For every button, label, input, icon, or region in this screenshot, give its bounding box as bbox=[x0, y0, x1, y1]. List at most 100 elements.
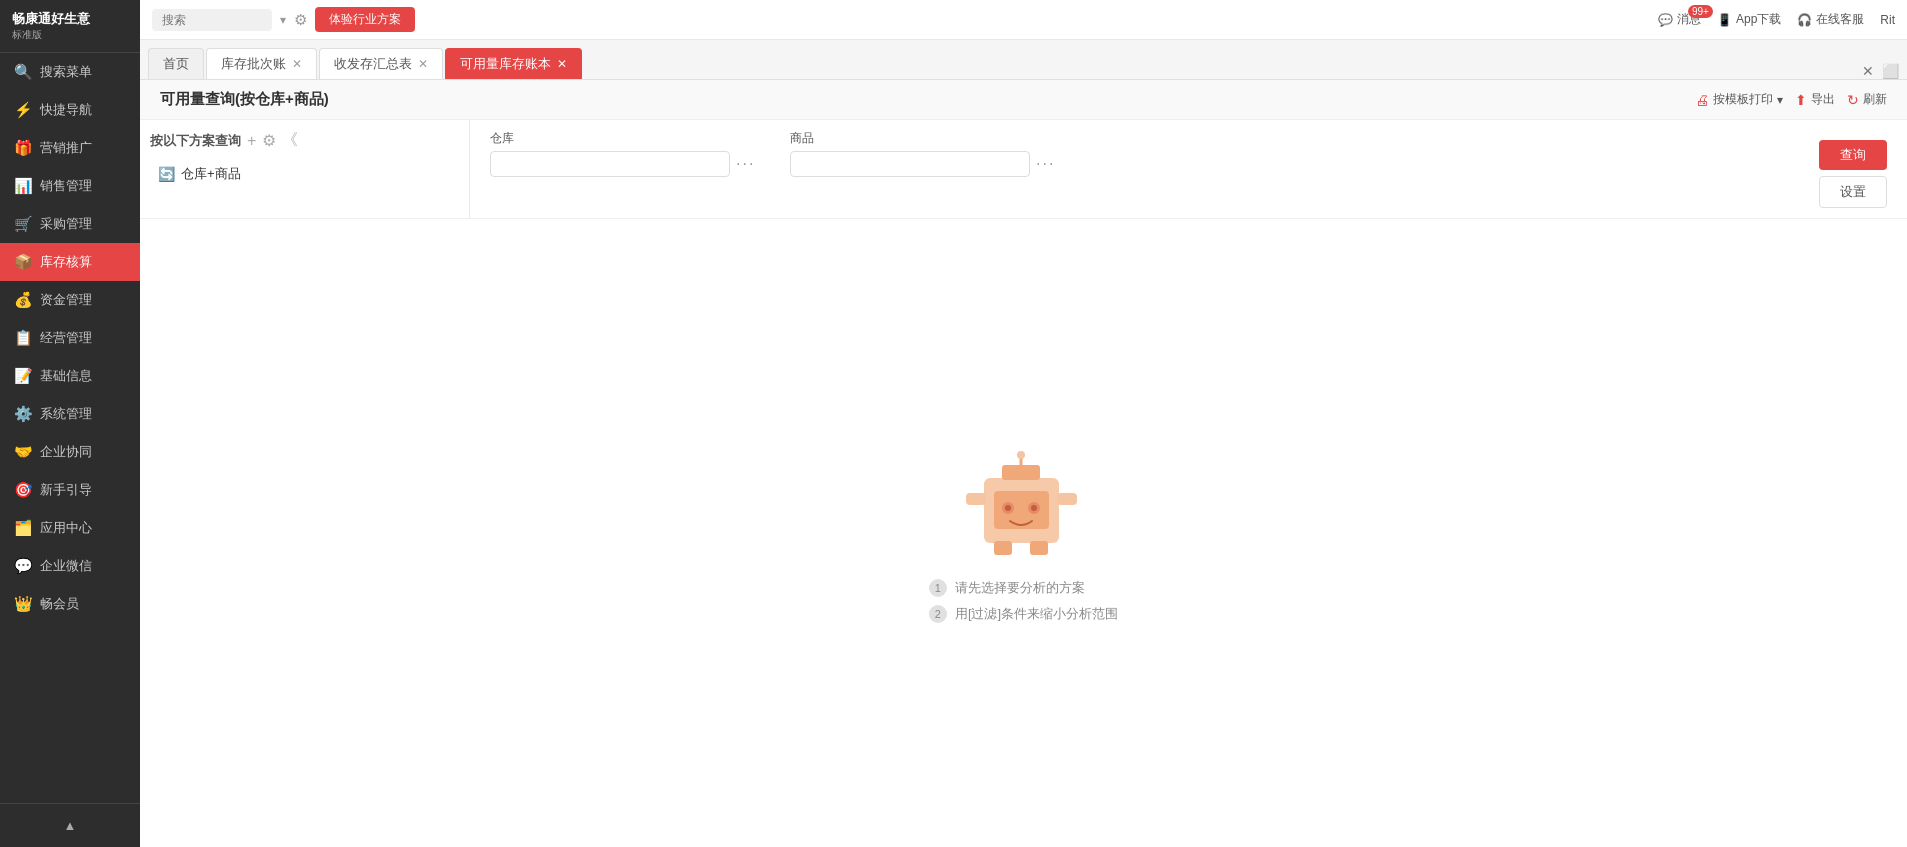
tab-close-available-ledger[interactable]: ✕ bbox=[557, 57, 567, 71]
topbar-chevron-icon[interactable]: ▾ bbox=[280, 13, 286, 27]
content-area: 可用量查询(按仓库+商品) 🖨 按模板打印 ▾ ⬆ 导出 ↻ 刷新 bbox=[140, 80, 1907, 847]
trial-button[interactable]: 体验行业方案 bbox=[315, 7, 415, 32]
sidebar-icon-member: 👑 bbox=[14, 595, 32, 613]
sidebar-label-inventory: 库存核算 bbox=[40, 253, 92, 271]
scheme-settings-button[interactable]: ⚙ bbox=[262, 131, 276, 150]
goods-input-row: ··· bbox=[790, 151, 1070, 177]
sidebar-item-inventory[interactable]: 📦 库存核算 bbox=[0, 243, 140, 281]
query-panel: 按以下方案查询 + ⚙ 《 🔄 仓库+商品 仓库 bbox=[140, 120, 1907, 219]
scheme-item-icon: 🔄 bbox=[158, 166, 175, 182]
svg-rect-10 bbox=[1057, 493, 1077, 505]
tab-available-ledger[interactable]: 可用量库存账本✕ bbox=[445, 48, 582, 79]
print-chevron-icon: ▾ bbox=[1777, 93, 1783, 107]
sidebar-scroll: 🔍 搜索菜单 ⚡ 快捷导航 🎁 营销推广 📊 销售管理 🛒 采购管理 📦 库存核… bbox=[0, 53, 140, 803]
main-area: ▾ ⚙ 体验行业方案 💬 消息 99+ 📱 App下载 🎧 在线客服 bbox=[140, 0, 1907, 847]
sidebar-icon-finance: 💰 bbox=[14, 291, 32, 309]
user-name: Rit bbox=[1880, 13, 1895, 27]
goods-filter-label: 商品 bbox=[790, 130, 1070, 147]
topbar-search-input[interactable] bbox=[152, 9, 272, 31]
print-action[interactable]: 🖨 按模板打印 ▾ bbox=[1695, 91, 1783, 108]
tabbar: 首页库存批次账✕收发存汇总表✕可用量库存账本✕ ✕ ⬜ bbox=[140, 40, 1907, 80]
refresh-label: 刷新 bbox=[1863, 91, 1887, 108]
sidebar-item-operations[interactable]: 📋 经营管理 bbox=[0, 319, 140, 357]
sidebar-icon-newbie: 🎯 bbox=[14, 481, 32, 499]
sidebar-item-member[interactable]: 👑 畅会员 bbox=[0, 585, 140, 623]
sidebar-icon-app-center: 🗂️ bbox=[14, 519, 32, 537]
sidebar-item-app-center[interactable]: 🗂️ 应用中心 bbox=[0, 509, 140, 547]
sidebar-item-marketing[interactable]: 🎁 营销推广 bbox=[0, 129, 140, 167]
tab-close-batch-ledger[interactable]: ✕ bbox=[292, 57, 302, 71]
goods-input[interactable] bbox=[790, 151, 1030, 177]
page-header-actions: 🖨 按模板打印 ▾ ⬆ 导出 ↻ 刷新 bbox=[1695, 91, 1887, 108]
empty-state: 1 请先选择要分析的方案 2 用[过滤]条件来缩小分析范围 bbox=[140, 219, 1907, 847]
tab-label-batch-ledger: 库存批次账 bbox=[221, 55, 286, 73]
sidebar-item-finance[interactable]: 💰 资金管理 bbox=[0, 281, 140, 319]
export-action[interactable]: ⬆ 导出 bbox=[1795, 91, 1835, 108]
warehouse-input[interactable] bbox=[490, 151, 730, 177]
warehouse-dots-button[interactable]: ··· bbox=[736, 155, 755, 173]
query-scheme-panel: 按以下方案查询 + ⚙ 《 🔄 仓库+商品 bbox=[140, 120, 470, 218]
svg-point-5 bbox=[1031, 505, 1037, 511]
empty-illustration bbox=[964, 443, 1084, 563]
sidebar-label-newbie: 新手引导 bbox=[40, 481, 92, 499]
sidebar-icon-basic: 📝 bbox=[14, 367, 32, 385]
sidebar-item-system[interactable]: ⚙️ 系统管理 bbox=[0, 395, 140, 433]
print-label: 按模板打印 bbox=[1713, 91, 1773, 108]
app-download-label: App下载 bbox=[1736, 11, 1781, 28]
scheme-add-button[interactable]: + bbox=[247, 132, 256, 150]
tab-batch-ledger[interactable]: 库存批次账 ✕ bbox=[206, 48, 317, 79]
svg-rect-1 bbox=[994, 491, 1049, 529]
refresh-action[interactable]: ↻ 刷新 bbox=[1847, 91, 1887, 108]
sidebar-label-purchase: 采购管理 bbox=[40, 215, 92, 233]
sidebar-icon-search: 🔍 bbox=[14, 63, 32, 81]
svg-point-4 bbox=[1005, 505, 1011, 511]
message-button[interactable]: 💬 消息 99+ bbox=[1658, 11, 1701, 28]
scheme-item-warehouse-goods[interactable]: 🔄 仓库+商品 bbox=[150, 159, 459, 189]
sidebar: 畅康通好生意 标准版 🔍 搜索菜单 ⚡ 快捷导航 🎁 营销推广 📊 销售管理 🛒… bbox=[0, 0, 140, 847]
app-download-button[interactable]: 📱 App下载 bbox=[1717, 11, 1781, 28]
empty-hints: 1 请先选择要分析的方案 2 用[过滤]条件来缩小分析范围 bbox=[929, 579, 1118, 623]
tab-receive-summary[interactable]: 收发存汇总表✕ bbox=[319, 48, 443, 79]
sidebar-icon-purchase: 🛒 bbox=[14, 215, 32, 233]
sidebar-label-basic: 基础信息 bbox=[40, 367, 92, 385]
online-service-button[interactable]: 🎧 在线客服 bbox=[1797, 11, 1864, 28]
topbar: ▾ ⚙ 体验行业方案 💬 消息 99+ 📱 App下载 🎧 在线客服 bbox=[140, 0, 1907, 40]
logo-subtitle: 标准版 bbox=[12, 28, 128, 42]
svg-point-8 bbox=[1017, 451, 1025, 459]
sidebar-label-finance: 资金管理 bbox=[40, 291, 92, 309]
tab-close-receive-summary[interactable]: ✕ bbox=[418, 57, 428, 71]
topbar-right: 💬 消息 99+ 📱 App下载 🎧 在线客服 Rit bbox=[1658, 11, 1895, 28]
svg-rect-9 bbox=[966, 493, 986, 505]
sidebar-item-purchase[interactable]: 🛒 采购管理 bbox=[0, 205, 140, 243]
sidebar-item-newbie[interactable]: 🎯 新手引导 bbox=[0, 471, 140, 509]
topbar-gear-icon[interactable]: ⚙ bbox=[294, 11, 307, 29]
query-button[interactable]: 查询 bbox=[1819, 140, 1887, 170]
logo-title: 畅康通好生意 bbox=[12, 10, 128, 28]
scheme-collapse-button[interactable]: 《 bbox=[282, 130, 298, 151]
goods-filter-field: 商品 ··· bbox=[790, 130, 1070, 177]
user-menu[interactable]: Rit bbox=[1880, 13, 1895, 27]
sidebar-item-search[interactable]: 🔍 搜索菜单 bbox=[0, 53, 140, 91]
filter-actions: 查询 设置 bbox=[1819, 130, 1887, 208]
sidebar-label-sales: 销售管理 bbox=[40, 177, 92, 195]
sidebar-item-enterprise[interactable]: 🤝 企业协同 bbox=[0, 433, 140, 471]
maximize-window-btn[interactable]: ⬜ bbox=[1882, 63, 1899, 79]
sidebar-icon-quick-nav: ⚡ bbox=[14, 101, 32, 119]
hint-1-text: 请先选择要分析的方案 bbox=[955, 579, 1085, 597]
settings-button[interactable]: 设置 bbox=[1819, 176, 1887, 208]
scheme-item-label: 仓库+商品 bbox=[181, 165, 241, 183]
sidebar-item-quick-nav[interactable]: ⚡ 快捷导航 bbox=[0, 91, 140, 129]
message-icon: 💬 bbox=[1658, 13, 1673, 27]
sidebar-item-sales[interactable]: 📊 销售管理 bbox=[0, 167, 140, 205]
sidebar-item-wechat[interactable]: 💬 企业微信 bbox=[0, 547, 140, 585]
sidebar-icon-marketing: 🎁 bbox=[14, 139, 32, 157]
hint-2-num: 2 bbox=[929, 605, 947, 623]
sidebar-label-system: 系统管理 bbox=[40, 405, 92, 423]
tab-home[interactable]: 首页 bbox=[148, 48, 204, 79]
goods-dots-button[interactable]: ··· bbox=[1036, 155, 1055, 173]
sidebar-label-quick-nav: 快捷导航 bbox=[40, 101, 92, 119]
export-label: 导出 bbox=[1811, 91, 1835, 108]
sidebar-item-basic[interactable]: 📝 基础信息 bbox=[0, 357, 140, 395]
sidebar-scroll-up[interactable]: ▲ bbox=[8, 812, 132, 839]
close-window-btn[interactable]: ✕ bbox=[1862, 63, 1874, 79]
